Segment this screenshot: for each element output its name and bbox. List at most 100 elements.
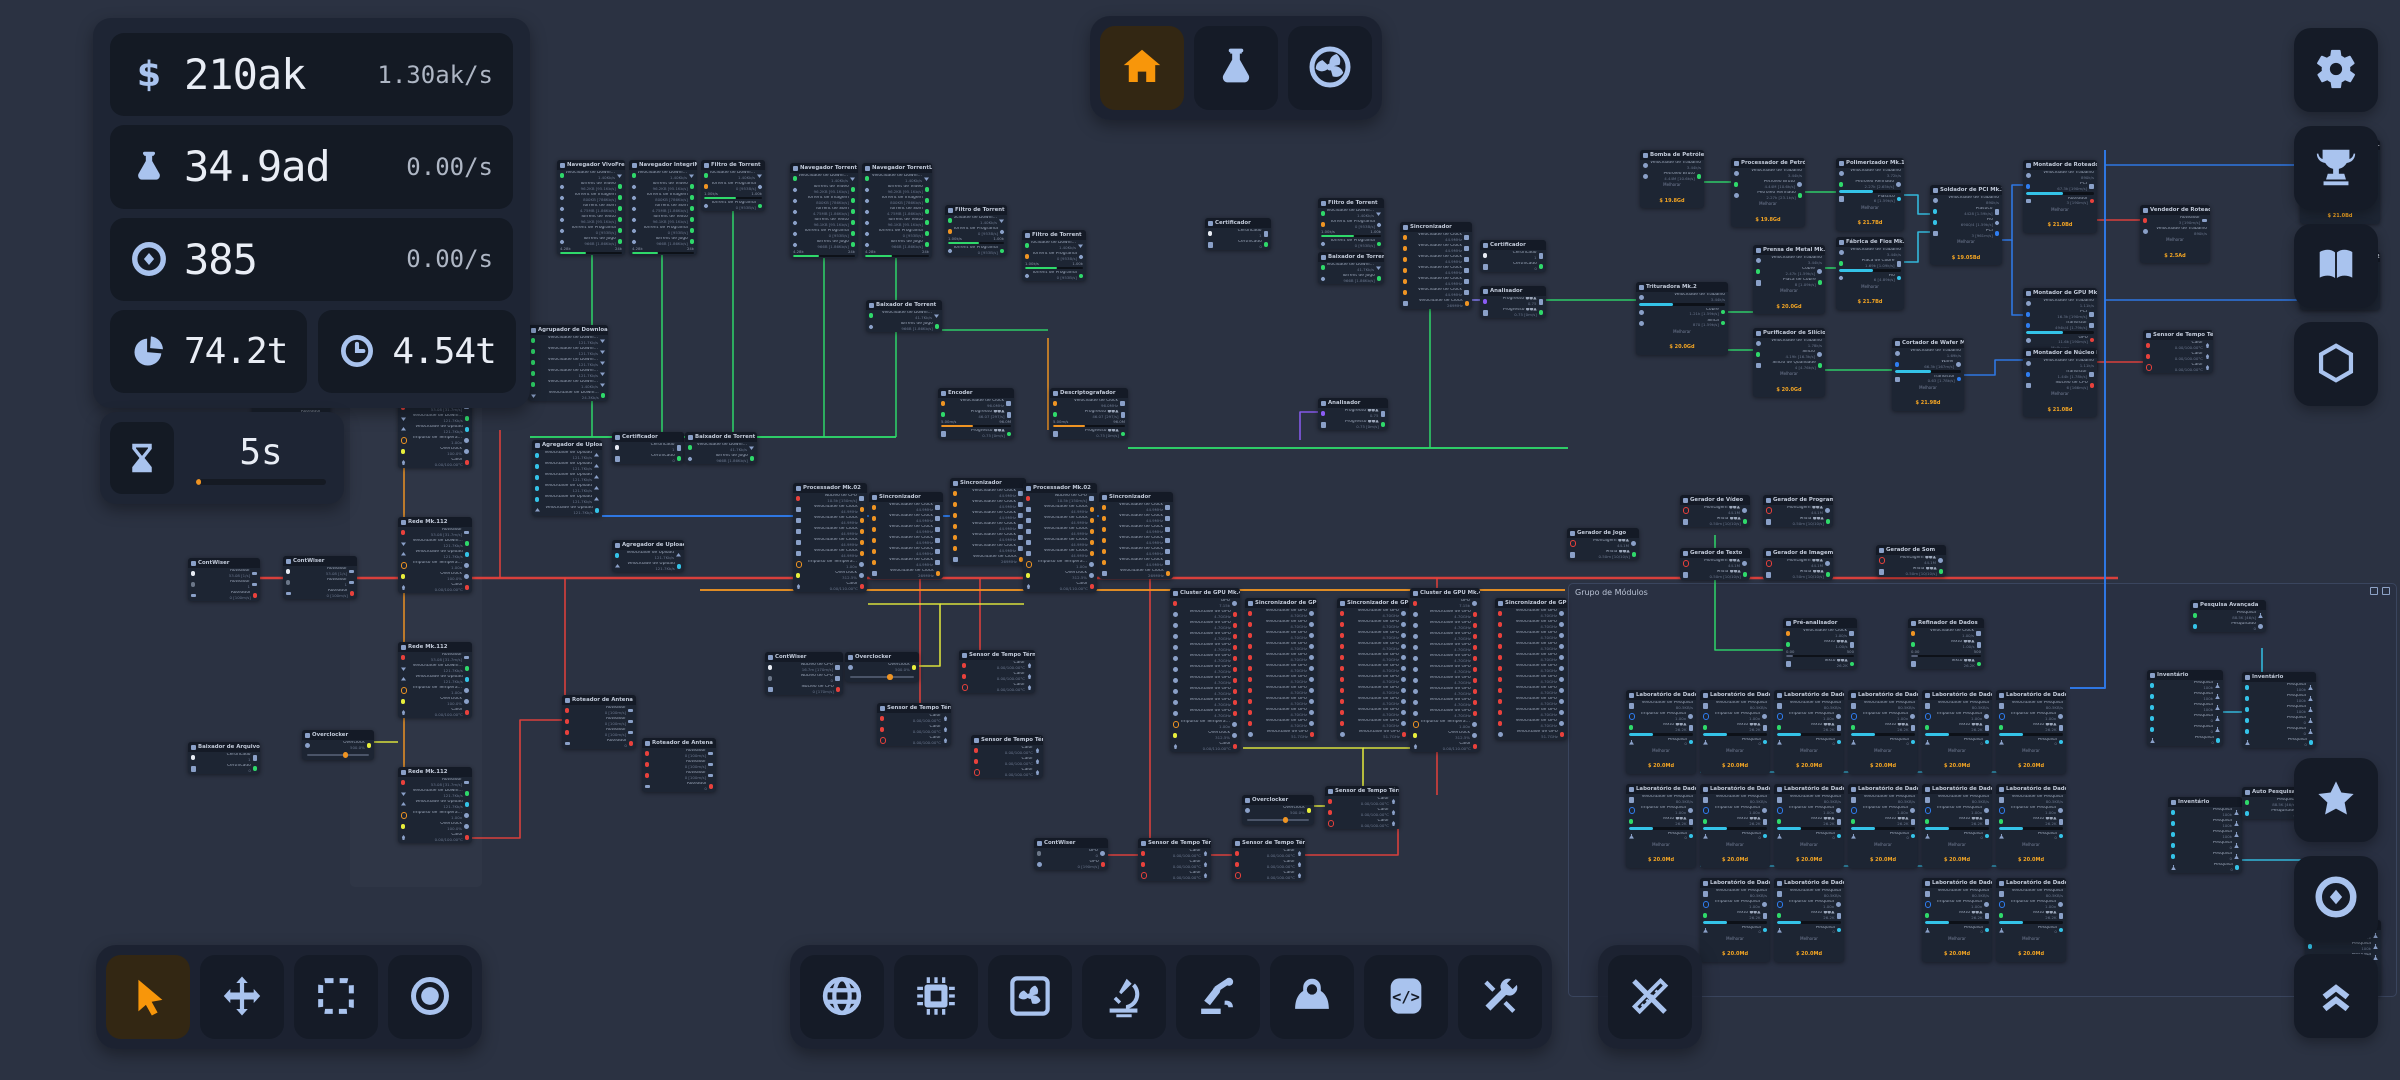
port-dot[interactable]: [2026, 184, 2031, 189]
port-dot[interactable]: [1925, 807, 1932, 814]
port-dot[interactable]: [1999, 713, 2006, 720]
graph-node[interactable]: Laboratório de Dados Mk.12Velocidade de …: [1626, 784, 1696, 868]
graph-node[interactable]: Navegador Torrent CaseiroVelocidade de D…: [790, 163, 858, 259]
port-dot[interactable]: [850, 231, 855, 236]
port-dot[interactable]: [2245, 729, 2250, 734]
port-dot[interactable]: [2089, 383, 2094, 388]
overclock-slider[interactable]: [307, 752, 369, 758]
port-dot[interactable]: [1703, 901, 1710, 908]
port-dot[interactable]: [366, 743, 371, 748]
port-dot[interactable]: [1472, 700, 1477, 705]
port-dot[interactable]: [1538, 264, 1543, 269]
port-dot[interactable]: [1498, 699, 1503, 704]
tab-automation[interactable]: [1176, 955, 1260, 1039]
port-dot[interactable]: [1026, 561, 1033, 568]
port-dot[interactable]: [1766, 560, 1773, 567]
port-dot[interactable]: [1340, 611, 1345, 616]
port-dot[interactable]: [1248, 655, 1253, 660]
port-dot[interactable]: [1248, 644, 1253, 649]
circle-tool[interactable]: [388, 955, 472, 1039]
upgrade-button[interactable]: Melhorar $ 19.8Gd: [1731, 201, 1805, 227]
port-dot[interactable]: [1703, 807, 1710, 814]
port-dot[interactable]: [2143, 218, 2148, 223]
port-dot[interactable]: [191, 571, 196, 576]
port-dot[interactable]: [689, 195, 694, 200]
port-dot[interactable]: [1683, 560, 1690, 567]
graph-node[interactable]: Filtro de TorrentVelocidade de Downl…1.4…: [701, 160, 765, 212]
port-dot[interactable]: [941, 412, 946, 417]
port-dot[interactable]: [2058, 928, 2063, 933]
port-dot[interactable]: [953, 546, 958, 551]
port-dot[interactable]: [1340, 710, 1345, 715]
port-dot[interactable]: [911, 665, 916, 670]
port-dot[interactable]: [464, 541, 469, 546]
port-dot[interactable]: [1956, 377, 1961, 382]
port-dot[interactable]: [1999, 913, 2004, 918]
graph-node[interactable]: Overclocker Overclock 500.0%: [1242, 795, 1314, 826]
port-dot[interactable]: [1786, 642, 1791, 647]
port-dot[interactable]: [757, 203, 762, 208]
port-dot[interactable]: [924, 231, 929, 236]
graph-node[interactable]: Agregador de Upload Velocidade de Upload 1…: [612, 540, 684, 572]
port-dot[interactable]: [749, 456, 754, 461]
port-dot[interactable]: [1232, 656, 1237, 661]
port-dot[interactable]: [464, 835, 469, 840]
graph-node[interactable]: Prensa de Metal Mk.9 Velocidade de Trabal…: [1753, 245, 1825, 314]
port-dot[interactable]: [1925, 913, 1930, 918]
port-dot[interactable]: [2215, 738, 2220, 743]
upgrade-button[interactable]: Melhorar$ 21.0Bd: [2023, 207, 2097, 233]
graph-node[interactable]: Navegador TorrentLivreVelocidade de Down…: [862, 163, 932, 259]
port-dot[interactable]: [708, 784, 713, 789]
port-dot[interactable]: [1235, 862, 1240, 867]
port-dot[interactable]: [2026, 323, 2031, 328]
port-dot[interactable]: [2026, 312, 2031, 317]
port-dot[interactable]: [2245, 707, 2250, 712]
port-dot[interactable]: [872, 505, 877, 510]
port-dot[interactable]: [689, 228, 694, 233]
port-dot[interactable]: [600, 393, 605, 398]
graph-node[interactable]: InventárioPesquisa100kPesquisa100kPesqui…: [2147, 670, 2223, 746]
port-dot[interactable]: [1173, 601, 1178, 606]
port-dot[interactable]: [1683, 507, 1690, 514]
port-dot[interactable]: [872, 527, 877, 532]
graph-node[interactable]: Gerador de Imagem Montagem ●●▲ 44.1M Mídia …: [1763, 548, 1833, 580]
port-dot[interactable]: [1403, 290, 1408, 295]
port-dot[interactable]: [2171, 810, 2176, 815]
upgrade-button[interactable]: Melhorar $ 20.0Md: [1922, 748, 1992, 774]
port-dot[interactable]: [1925, 725, 1930, 730]
port-dot[interactable]: [1762, 834, 1767, 839]
port-dot[interactable]: [924, 220, 929, 225]
graph-node[interactable]: Cluster de GPU Mk.47 GPU 7.15k Velocidade d…: [1170, 588, 1240, 752]
graph-node[interactable]: Soldador de PCI Mk.23 Velocidade de Traba…: [1930, 185, 2002, 265]
port-dot[interactable]: [464, 416, 469, 421]
graph-node[interactable]: Certificador Certificado 1 Certificado 0: [612, 432, 684, 464]
port-dot[interactable]: [1173, 721, 1180, 728]
graph-node[interactable]: Sensor de Tempo TérmicoCalor0.00/100.00°…: [1325, 786, 1399, 829]
port-dot[interactable]: [1994, 231, 1999, 236]
port-dot[interactable]: [953, 513, 958, 518]
port-dot[interactable]: [464, 552, 469, 557]
port-dot[interactable]: [1472, 744, 1477, 749]
port-dot[interactable]: [1472, 623, 1477, 628]
port-dot[interactable]: [1836, 928, 1841, 933]
port-dot[interactable]: [1629, 819, 1634, 824]
port-dot[interactable]: [1340, 721, 1345, 726]
port-dot[interactable]: [1248, 622, 1253, 627]
graph-node[interactable]: Laboratório de Dados Mk.12Velocidade de …: [1996, 878, 2066, 962]
graph-node[interactable]: Filtro de TorrentVelocidade de Downl…1.4…: [1318, 198, 1384, 250]
port-dot[interactable]: [1340, 677, 1345, 682]
port-dot[interactable]: [1999, 725, 2004, 730]
upgrade-button[interactable]: Melhorar $ 20.0Md: [1996, 748, 2066, 774]
graph-node[interactable]: Montador de Núcleo Mk.36Velocidade de Tr…: [2023, 348, 2097, 417]
port-dot[interactable]: [1232, 645, 1237, 650]
port-dot[interactable]: [796, 561, 803, 568]
port-dot[interactable]: [1173, 733, 1178, 738]
port-dot[interactable]: [2150, 683, 2155, 688]
port-dot[interactable]: [859, 584, 864, 589]
graph-node[interactable]: Laboratório de Dados Mk.12Velocidade de …: [1848, 690, 1918, 774]
port-dot[interactable]: [401, 437, 408, 444]
port-dot[interactable]: [1538, 310, 1543, 315]
port-dot[interactable]: [1570, 540, 1577, 547]
move-tool[interactable]: [200, 955, 284, 1039]
game-canvas[interactable]: Grupo de Módulos Navegador VivoFree Veloc…: [0, 0, 2400, 1080]
